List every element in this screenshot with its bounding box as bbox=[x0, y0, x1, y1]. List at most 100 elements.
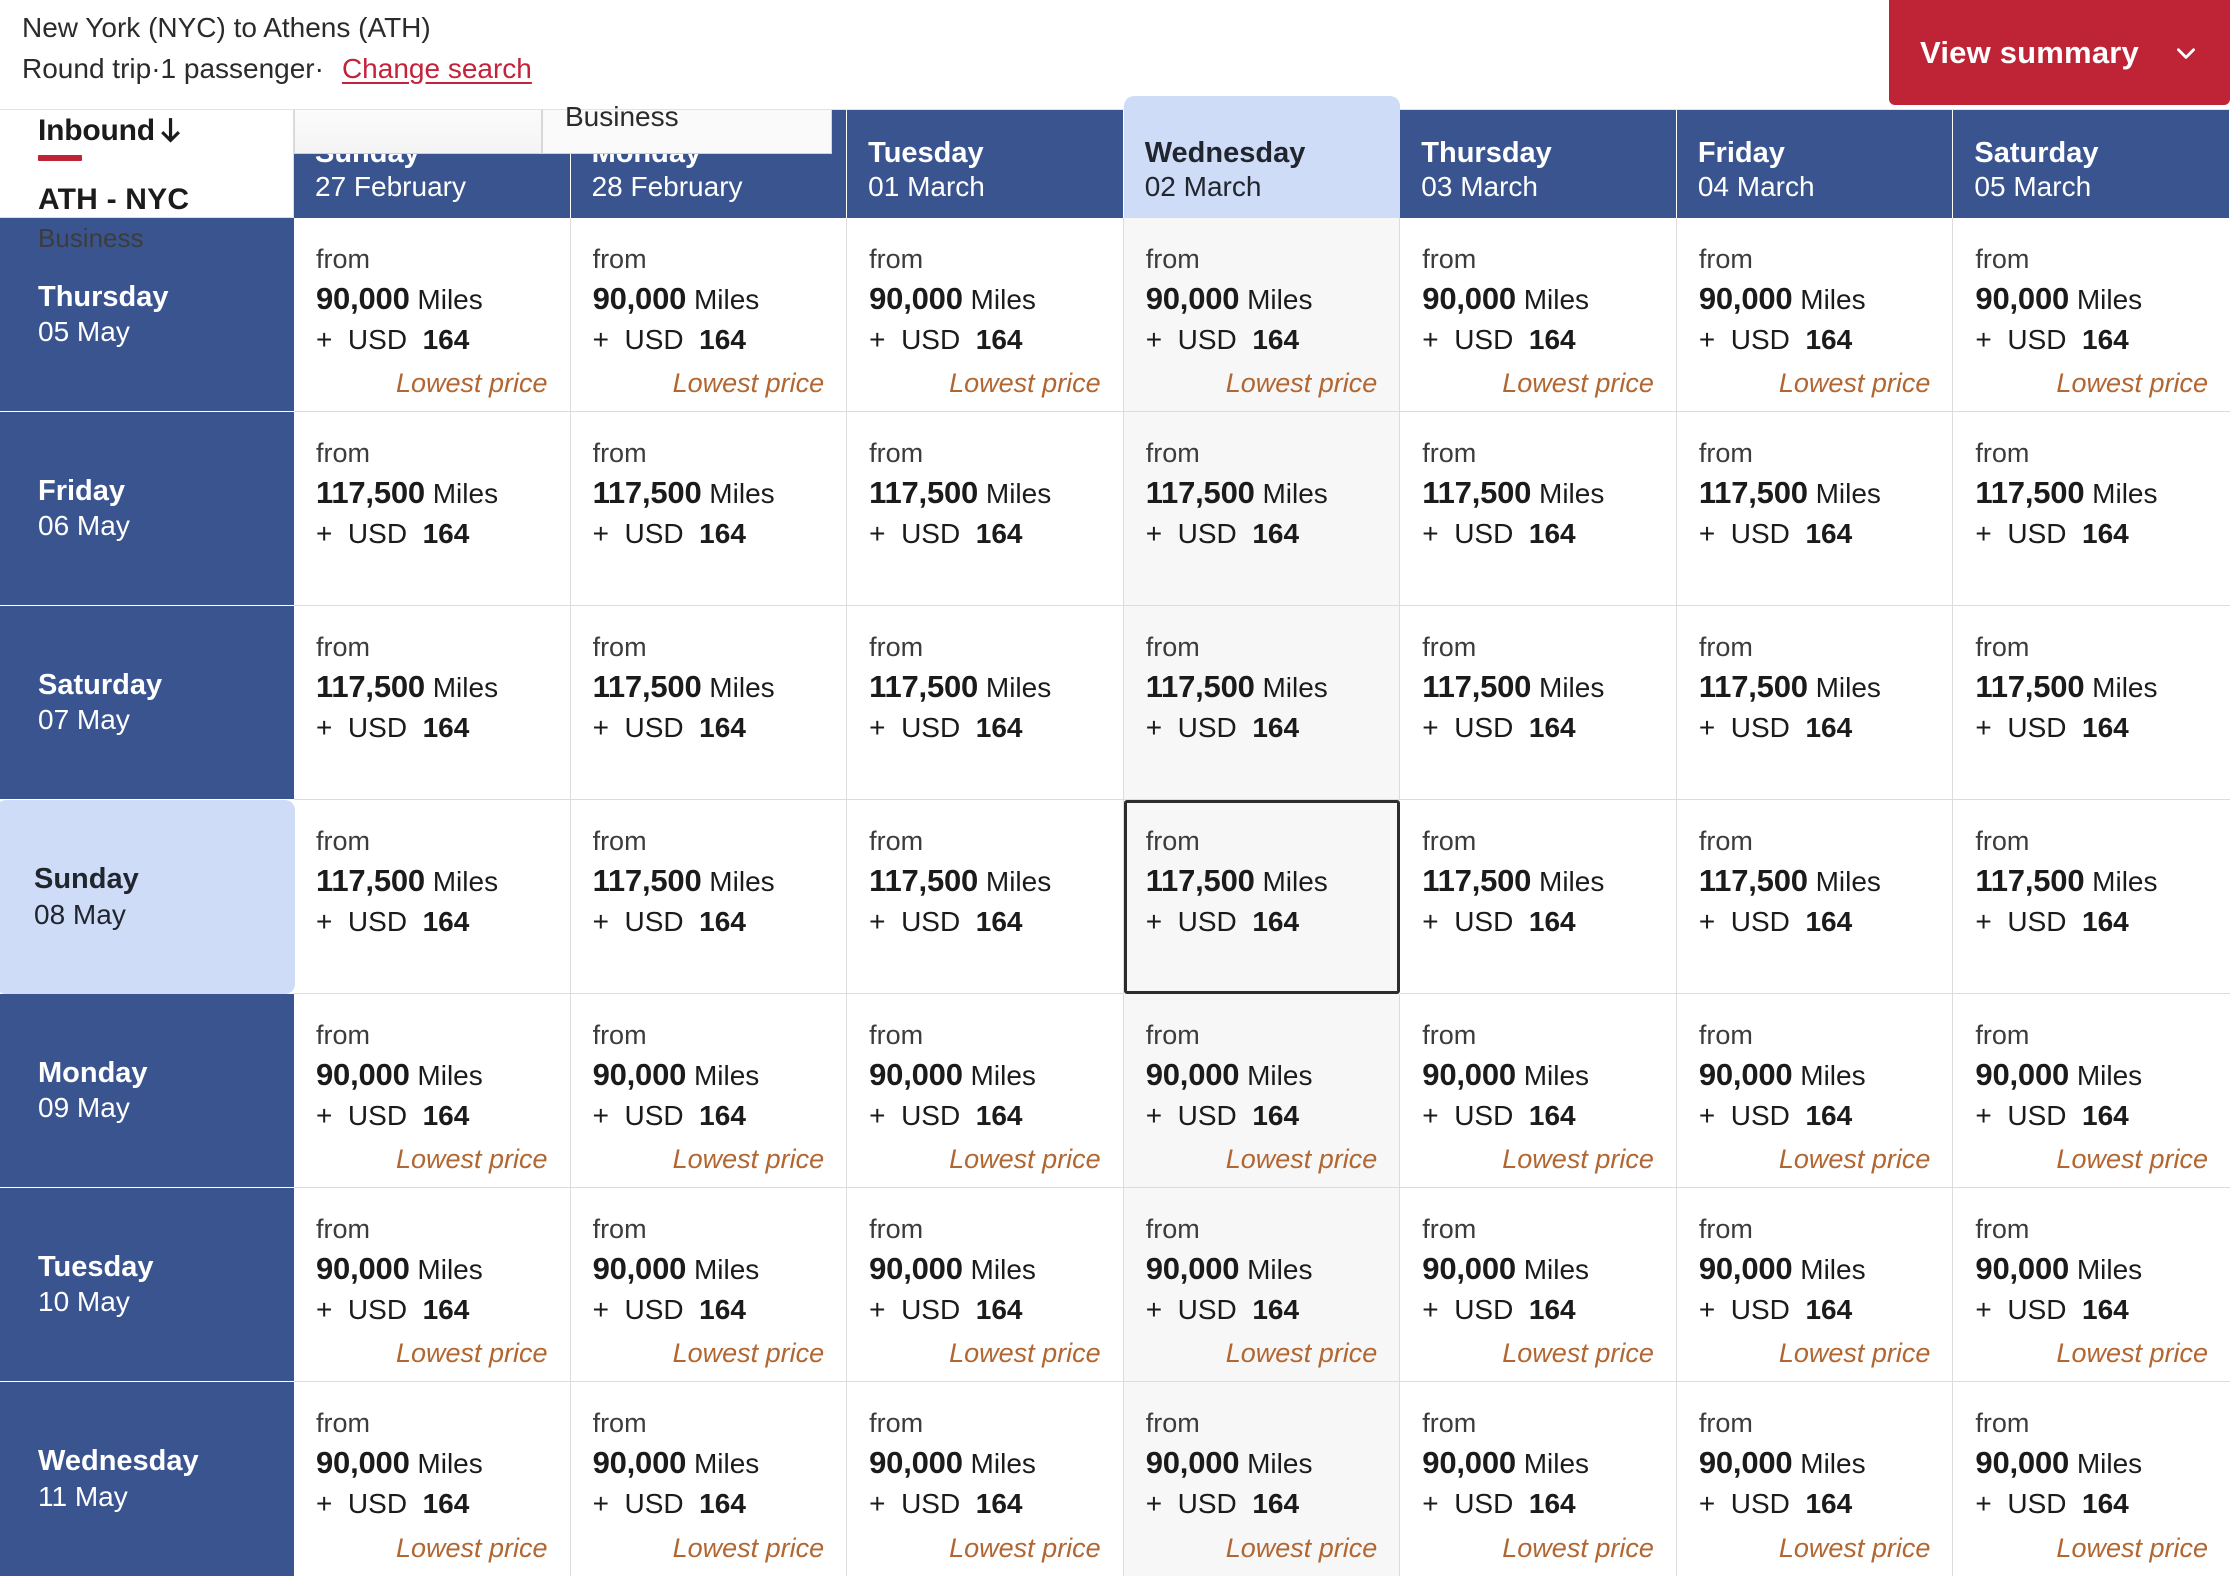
price-miles-value: 90,000 bbox=[1975, 1445, 2070, 1481]
price-cell[interactable]: from 90,000 Miles + USD 164 Lowest price bbox=[1953, 994, 2230, 1188]
price-cash-value: 164 bbox=[1528, 1100, 1576, 1131]
price-cash: + USD 164 bbox=[316, 1098, 548, 1135]
price-cell[interactable]: from 117,500 Miles + USD 164 bbox=[570, 606, 848, 800]
price-cell[interactable]: from 117,500 Miles + USD 164 bbox=[294, 412, 571, 606]
price-cell[interactable]: from 90,000 Miles + USD 164 Lowest price bbox=[847, 1188, 1124, 1382]
price-cell[interactable]: from 117,500 Miles + USD 164 bbox=[294, 800, 571, 994]
price-cell[interactable]: from 117,500 Miles + USD 164 bbox=[1676, 606, 1954, 800]
price-cell[interactable]: from 90,000 Miles + USD 164 Lowest price bbox=[1123, 218, 1401, 412]
price-cash: + USD 164 bbox=[1146, 1486, 1378, 1523]
change-search-link[interactable]: Change search bbox=[342, 49, 532, 90]
price-cell[interactable]: from 90,000 Miles + USD 164 Lowest price bbox=[1123, 994, 1401, 1188]
price-from-label: from bbox=[1145, 244, 1200, 274]
price-cell[interactable]: from 117,500 Miles + USD 164 bbox=[1400, 800, 1677, 994]
price-plus-sign: + bbox=[1422, 1488, 1439, 1519]
price-cell[interactable]: from 90,000 Miles + USD 164 Lowest price bbox=[294, 1188, 571, 1382]
price-cash-value: 164 bbox=[1805, 1294, 1853, 1325]
column-header-wednesday[interactable]: Wednesday 02 March bbox=[1123, 96, 1401, 218]
price-miles: 117,500 Miles bbox=[593, 473, 825, 514]
price-cell[interactable]: from 117,500 Miles + USD 164 bbox=[1953, 412, 2230, 606]
price-currency: USD bbox=[347, 1294, 408, 1325]
price-plus-sign: + bbox=[592, 712, 609, 743]
price-cell[interactable]: from 90,000 Miles + USD 164 Lowest price bbox=[847, 1382, 1124, 1576]
tab-placeholder[interactable] bbox=[294, 110, 542, 154]
price-cell[interactable]: from 90,000 Miles + USD 164 Lowest price bbox=[1400, 1188, 1677, 1382]
price-cell[interactable]: from 90,000 Miles + USD 164 Lowest price bbox=[1676, 1382, 1954, 1576]
price-currency: USD bbox=[901, 906, 961, 937]
price-cell[interactable]: from 90,000 Miles + USD 164 Lowest price bbox=[294, 994, 571, 1188]
row-header-saturday[interactable]: Saturday 07 May bbox=[0, 606, 294, 800]
row-header-tuesday[interactable]: Tuesday 10 May bbox=[0, 1188, 294, 1382]
price-cell[interactable]: from 117,500 Miles + USD 164 bbox=[847, 606, 1124, 800]
price-cell[interactable]: from 90,000 Miles + USD 164 Lowest price bbox=[570, 218, 848, 412]
price-cell[interactable]: from 90,000 Miles + USD 164 Lowest price bbox=[570, 1188, 848, 1382]
price-cell[interactable]: from 90,000 Miles + USD 164 Lowest price bbox=[847, 994, 1124, 1188]
column-header-dow: Thursday bbox=[1421, 137, 1552, 169]
price-cell[interactable]: from 117,500 Miles + USD 164 bbox=[570, 412, 848, 606]
price-cell[interactable]: from 117,500 Miles + USD 164 bbox=[570, 800, 848, 994]
price-cell[interactable]: from 117,500 Miles + USD 164 bbox=[847, 800, 1124, 994]
price-cell[interactable]: from 117,500 Miles + USD 164 bbox=[294, 606, 571, 800]
price-cell[interactable]: from 90,000 Miles + USD 164 Lowest price bbox=[1123, 1382, 1401, 1576]
price-miles-unit: Miles bbox=[1539, 672, 1605, 704]
price-cell[interactable]: from 90,000 Miles + USD 164 Lowest price bbox=[570, 994, 848, 1188]
price-plus-sign: + bbox=[869, 1488, 886, 1519]
price-cell[interactable]: from 90,000 Miles + USD 164 Lowest price bbox=[1676, 1188, 1954, 1382]
price-cell[interactable]: from 90,000 Miles + USD 164 Lowest price bbox=[1400, 994, 1677, 1188]
price-cash: + USD 164 bbox=[869, 1098, 1101, 1135]
price-cell[interactable]: from 90,000 Miles + USD 164 Lowest price bbox=[1953, 1382, 2230, 1576]
price-cell[interactable]: from 117,500 Miles + USD 164 bbox=[1676, 412, 1954, 606]
price-cash: + USD 164 bbox=[1975, 904, 2208, 941]
price-cash-value: 164 bbox=[2082, 518, 2129, 549]
price-cell[interactable]: from 90,000 Miles + USD 164 Lowest price bbox=[1676, 994, 1954, 1188]
price-cell[interactable]: from 90,000 Miles + USD 164 Lowest price bbox=[1953, 218, 2230, 412]
row-header-wednesday[interactable]: Wednesday 11 May bbox=[0, 1382, 294, 1576]
price-cell[interactable]: from 117,500 Miles + USD 164 bbox=[847, 412, 1124, 606]
price-cell[interactable]: from 117,500 Miles + USD 164 bbox=[1400, 412, 1677, 606]
price-cell[interactable]: from 90,000 Miles + USD 164 Lowest price bbox=[847, 218, 1124, 412]
price-miles-value: 117,500 bbox=[1422, 475, 1532, 511]
price-cell[interactable]: from 117,500 Miles + USD 164 bbox=[1953, 800, 2230, 994]
price-cell[interactable]: from 117,500 Miles + USD 164 bbox=[1123, 800, 1401, 994]
column-header-thursday[interactable]: Thursday 03 March bbox=[1400, 110, 1677, 218]
price-cell[interactable]: from 117,500 Miles + USD 164 bbox=[1123, 606, 1401, 800]
row-header-sunday[interactable]: Sunday 08 May bbox=[0, 800, 295, 994]
price-cell[interactable]: from 90,000 Miles + USD 164 Lowest price bbox=[1400, 218, 1677, 412]
view-summary-button[interactable]: View summary bbox=[1889, 0, 2230, 105]
price-miles-unit: Miles bbox=[693, 1254, 760, 1286]
column-header-tuesday[interactable]: Tuesday 01 March bbox=[847, 110, 1124, 218]
price-cell[interactable]: from 90,000 Miles + USD 164 Lowest price bbox=[294, 218, 571, 412]
price-cash-value: 164 bbox=[1805, 712, 1853, 743]
price-cell[interactable]: from 117,500 Miles + USD 164 bbox=[1953, 606, 2230, 800]
price-cell[interactable]: from 117,500 Miles + USD 164 bbox=[1400, 606, 1677, 800]
price-from-label: from bbox=[869, 1408, 924, 1438]
price-currency: USD bbox=[624, 906, 684, 937]
price-cell[interactable]: from 90,000 Miles + USD 164 Lowest price bbox=[570, 1382, 848, 1576]
price-currency: USD bbox=[1730, 518, 1790, 549]
price-cell[interactable]: from 90,000 Miles + USD 164 Lowest price bbox=[294, 1382, 571, 1576]
price-cell[interactable]: from 90,000 Miles + USD 164 Lowest price bbox=[1676, 218, 1954, 412]
price-cash-value: 164 bbox=[975, 518, 1023, 549]
row-header-friday[interactable]: Friday 06 May bbox=[0, 412, 294, 606]
price-cell[interactable]: from 117,500 Miles + USD 164 bbox=[1676, 800, 1954, 994]
price-miles: 117,500 Miles bbox=[1422, 473, 1654, 514]
price-miles-value: 90,000 bbox=[1975, 1251, 2070, 1287]
price-cell[interactable]: from 90,000 Miles + USD 164 Lowest price bbox=[1123, 1188, 1401, 1382]
price-cell[interactable]: from 117,500 Miles + USD 164 bbox=[1123, 412, 1401, 606]
column-header-saturday[interactable]: Saturday 05 March bbox=[1953, 110, 2230, 218]
row-header-monday[interactable]: Monday 09 May bbox=[0, 994, 294, 1188]
price-cash: + USD 164 bbox=[1146, 904, 1379, 941]
price-miles-value: 90,000 bbox=[1698, 1251, 1793, 1287]
column-header-friday[interactable]: Friday 04 March bbox=[1676, 110, 1954, 218]
price-miles-unit: Miles bbox=[709, 672, 775, 704]
price-cell[interactable]: from 90,000 Miles + USD 164 Lowest price bbox=[1953, 1188, 2230, 1382]
price-currency: USD bbox=[1730, 1100, 1790, 1131]
price-currency: USD bbox=[2007, 324, 2067, 355]
lowest-price-badge: Lowest price bbox=[1778, 1533, 1931, 1563]
tab-business[interactable]: Business bbox=[542, 103, 832, 154]
price-plus-sign: + bbox=[1698, 1294, 1716, 1325]
price-cash: + USD 164 bbox=[869, 710, 1101, 747]
price-cell[interactable]: from 90,000 Miles + USD 164 Lowest price bbox=[1400, 1382, 1677, 1576]
price-miles-unit: Miles bbox=[1815, 866, 1881, 898]
price-cash-value: 164 bbox=[422, 324, 470, 355]
